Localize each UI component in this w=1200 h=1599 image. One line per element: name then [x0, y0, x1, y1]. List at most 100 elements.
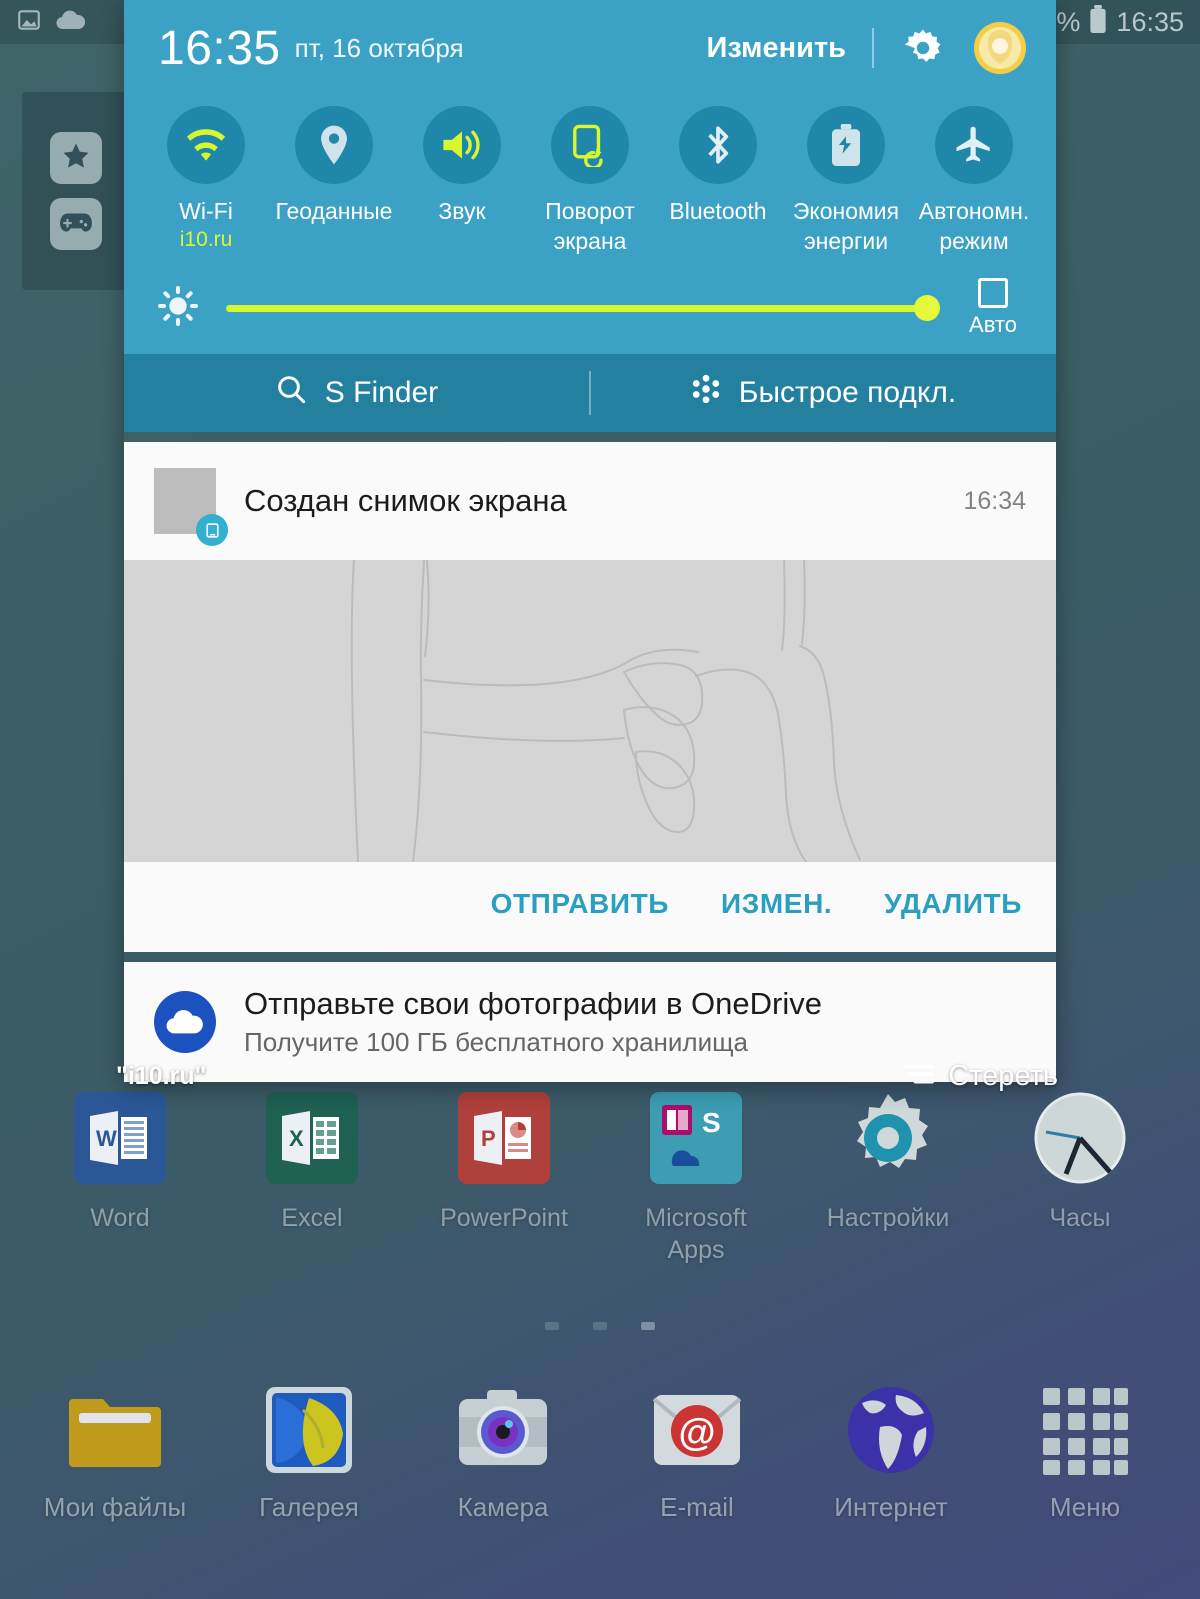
dock-label: Камера	[457, 1492, 549, 1522]
shade-clock: 16:35	[158, 21, 281, 75]
brightness-sun-icon	[158, 285, 198, 331]
clear-all-button[interactable]: Стереть	[904, 1060, 1058, 1093]
gear-icon[interactable]	[900, 25, 946, 71]
screenshot-badge-icon	[196, 514, 228, 546]
airplane-icon	[935, 106, 1013, 184]
send-action-button[interactable]: ОТПРАВИТЬ	[491, 888, 669, 920]
app-powerpoint[interactable]: P PowerPoint	[424, 1088, 584, 1266]
quick-connect-label: Быстрое подкл.	[738, 376, 957, 409]
toggle-label: Геоданные	[275, 198, 393, 224]
toggle-label: Wi-Fi	[179, 198, 233, 224]
toggle-wifi[interactable]: Wi-Fi i10.ru	[142, 106, 270, 256]
app-word[interactable]: W Word	[40, 1088, 200, 1266]
screenshot-thumb-icon	[154, 468, 228, 546]
toggle-bluetooth[interactable]: Bluetooth	[654, 106, 782, 256]
screenshot-icon	[16, 7, 42, 38]
brightness-slider[interactable]	[226, 295, 940, 321]
dock-gallery[interactable]: Галерея	[224, 1378, 394, 1523]
dock-label: Мои файлы	[43, 1492, 187, 1522]
dock-camera[interactable]: Камера	[418, 1378, 588, 1523]
screenshot-preview-image[interactable]	[124, 560, 1056, 862]
dock-app-drawer[interactable]: Меню	[1000, 1378, 1170, 1523]
dock-my-files[interactable]: Мои файлы	[30, 1378, 200, 1523]
edit-action-button[interactable]: ИЗМЕН.	[721, 888, 832, 920]
edit-button[interactable]: Изменить	[707, 32, 847, 65]
svg-text:S: S	[702, 1107, 721, 1138]
notification-screenshot[interactable]: Создан снимок экрана 16:34 ОТПРАВИТЬ ИЗМ…	[124, 442, 1056, 952]
svg-text:P: P	[481, 1126, 496, 1151]
camera-icon	[451, 1378, 555, 1482]
email-icon: @	[645, 1378, 749, 1482]
app-label: Настройки	[826, 1204, 950, 1232]
dock-label: E-mail	[660, 1492, 734, 1522]
app-clock[interactable]: Часы	[1000, 1088, 1160, 1266]
status-bar-right: % 16:35	[1056, 4, 1184, 40]
toggle-airplane-mode[interactable]: Автономн. режим	[910, 106, 1038, 256]
notification-actions: ОТПРАВИТЬ ИЗМЕН. УДАЛИТЬ	[124, 862, 1056, 952]
app-label: Часы	[1049, 1204, 1111, 1232]
location-pin-icon	[295, 106, 373, 184]
notification-list: Создан снимок экрана 16:34 ОТПРАВИТЬ ИЗМ…	[124, 432, 1056, 1082]
onedrive-cloud-icon	[56, 9, 86, 36]
s-finder-button[interactable]: S Finder	[124, 373, 589, 413]
s-finder-label: S Finder	[324, 376, 439, 409]
auto-brightness-checkbox[interactable]	[978, 278, 1008, 308]
finder-bar: S Finder Быстрое подкл.	[124, 354, 1056, 432]
dock-label: Галерея	[259, 1492, 359, 1522]
quick-connect-button[interactable]: Быстрое подкл.	[591, 374, 1056, 412]
delete-action-button[interactable]: УДАЛИТЬ	[884, 888, 1022, 920]
toggle-location[interactable]: Геоданные	[270, 106, 398, 256]
auto-brightness-label: Авто	[969, 312, 1017, 337]
notification-time: 16:34	[963, 486, 1026, 515]
auto-brightness-toggle[interactable]: Авто	[954, 278, 1032, 338]
quick-toggles: Wi-Fi i10.ru Геоданные Звук Поворот экра…	[124, 96, 1056, 262]
toggle-sound[interactable]: Звук	[398, 106, 526, 256]
battery-icon	[1089, 4, 1107, 40]
svg-text:W: W	[96, 1126, 117, 1151]
my-files-folder-icon	[63, 1378, 167, 1482]
page-indicator	[0, 1322, 1200, 1330]
dock-label: Меню	[1049, 1492, 1121, 1522]
edge-shortcut-panel	[22, 92, 130, 290]
dock-email[interactable]: @ E-mail	[612, 1378, 782, 1523]
app-microsoft-apps[interactable]: S Microsoft Apps	[616, 1088, 776, 1266]
dock-label: Интернет	[834, 1492, 948, 1522]
brightness-slider-thumb[interactable]	[914, 295, 940, 321]
app-drawer-icon	[1033, 1378, 1137, 1482]
internet-globe-icon	[839, 1378, 943, 1482]
clear-all-icon	[904, 1060, 935, 1093]
app-excel[interactable]: X Excel	[232, 1088, 392, 1266]
shade-date: пт, 16 октября	[294, 32, 464, 63]
svg-text:@: @	[678, 1412, 715, 1454]
gamepad-icon	[59, 209, 93, 240]
page-dot-active[interactable]	[641, 1322, 655, 1330]
user-avatar-icon[interactable]	[974, 22, 1026, 74]
app-grid: W Word X Excel P PowerPoint S Microsoft …	[0, 1088, 1200, 1266]
onedrive-subtitle: Получите 100 ГБ бесплатного хранилища	[244, 1027, 748, 1057]
wifi-icon	[167, 106, 245, 184]
quick-settings-panel: 16:35 пт, 16 октября Изменить Wi-Fi i10.…	[124, 0, 1056, 354]
clock-icon	[1030, 1088, 1130, 1188]
star-icon	[61, 141, 91, 176]
toggle-label: Поворот экрана	[545, 198, 635, 254]
gamepad-icon-button[interactable]	[50, 198, 102, 250]
excel-icon: X	[262, 1088, 362, 1188]
powerpoint-icon: P	[454, 1088, 554, 1188]
page-dot[interactable]	[593, 1322, 607, 1330]
app-settings[interactable]: Настройки	[808, 1088, 968, 1266]
toggle-screen-rotation[interactable]: Поворот экрана	[526, 106, 654, 256]
gallery-icon	[257, 1378, 361, 1482]
notification-title: Создан снимок экрана	[244, 483, 567, 518]
dock: Мои файлы Галерея Камера @ E-mail Интерн…	[0, 1378, 1200, 1523]
notification-shade: 16:35 пт, 16 октября Изменить Wi-Fi i10.…	[124, 0, 1056, 1082]
toggle-power-saving[interactable]: Экономия энергии	[782, 106, 910, 256]
star-icon-button[interactable]	[50, 132, 102, 184]
dock-internet[interactable]: Интернет	[806, 1378, 976, 1523]
battery-percent-label: %	[1056, 6, 1081, 37]
search-icon	[275, 373, 307, 413]
toggle-label: Экономия энергии	[792, 198, 900, 254]
status-bar-clock: 16:35	[1116, 6, 1184, 37]
battery-saver-icon	[807, 106, 885, 184]
page-dot[interactable]	[545, 1322, 559, 1330]
sound-icon	[423, 106, 501, 184]
